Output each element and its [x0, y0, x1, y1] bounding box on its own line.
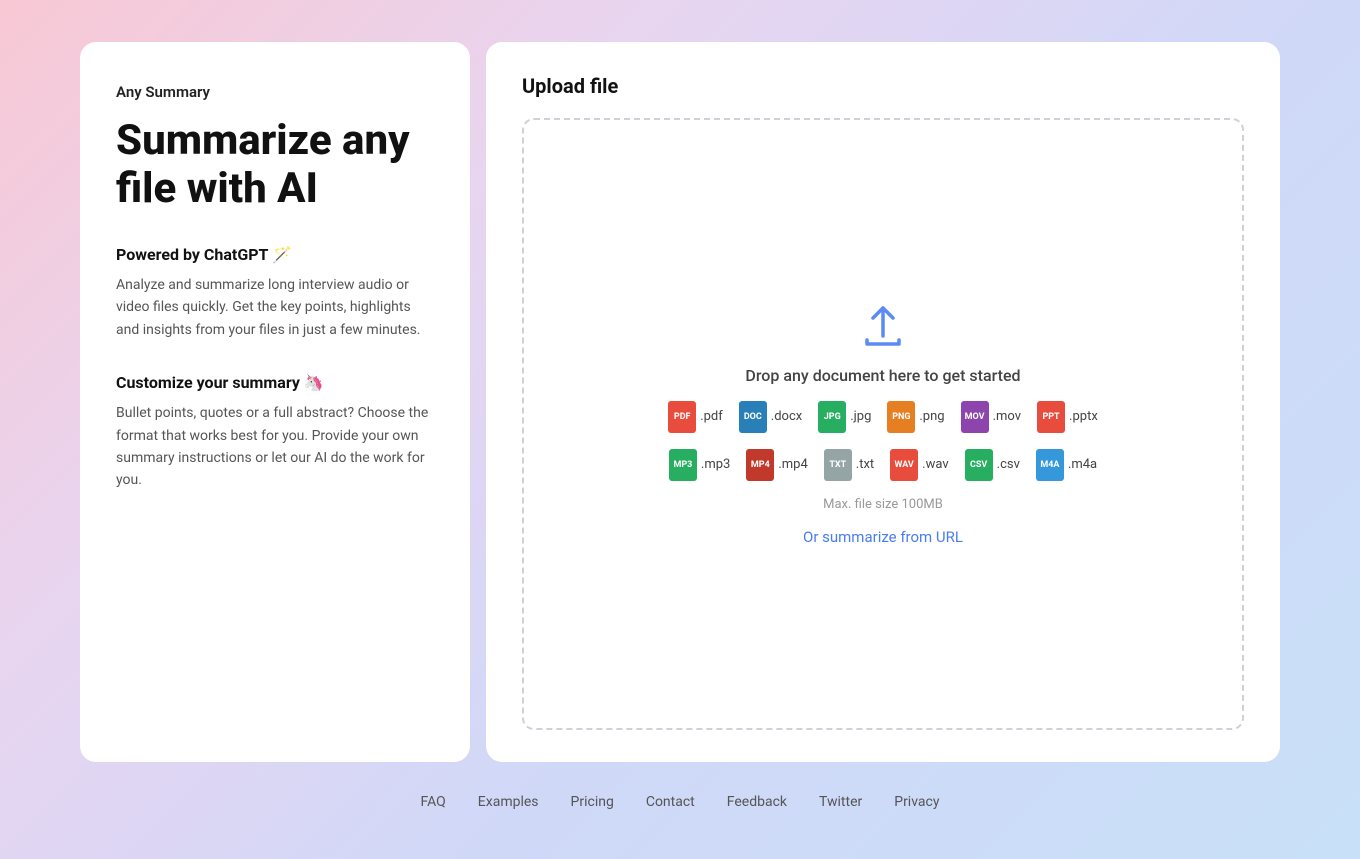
file-type-pdf: PDF .pdf [668, 401, 723, 433]
file-type-jpg: JPG .jpg [818, 401, 871, 433]
file-type-wav: WAV .wav [890, 449, 948, 481]
jpg-ext: .jpg [850, 409, 871, 424]
wav-icon: WAV [890, 449, 918, 481]
file-type-m4a: M4A .m4a [1036, 449, 1097, 481]
file-type-pptx: PPT .pptx [1037, 401, 1098, 433]
left-panel: Any Summary Summarize any file with AI P… [80, 42, 470, 762]
footer-link-twitter[interactable]: Twitter [819, 794, 862, 810]
csv-ext: .csv [997, 457, 1020, 472]
pdf-icon: PDF [668, 401, 696, 433]
footer: FAQ Examples Pricing Contact Feedback Twitter… [421, 786, 940, 818]
m4a-icon: M4A [1036, 449, 1064, 481]
hero-section: Summarize any file with AI [116, 133, 434, 214]
mov-ext: .mov [993, 409, 1021, 424]
mp4-ext: .mp4 [778, 457, 807, 472]
file-type-csv: CSV .csv [965, 449, 1020, 481]
feature-chatgpt-text: Analyze and summarize long interview aud… [116, 274, 434, 341]
feature-customize: Customize your summary 🦄 Bullet points, … [116, 373, 434, 492]
txt-icon: TXT [824, 449, 852, 481]
footer-link-feedback[interactable]: Feedback [727, 794, 787, 810]
file-types-row-1: PDF .pdf DOC .docx JPG .jpg PNG .png MOV [668, 401, 1098, 433]
file-type-mov: MOV .mov [961, 401, 1021, 433]
file-type-mp4: MP4 .mp4 [746, 449, 807, 481]
file-type-png: PNG .png [887, 401, 944, 433]
footer-link-examples[interactable]: Examples [478, 794, 539, 810]
png-icon: PNG [887, 401, 915, 433]
file-type-mp3: MP3 .mp3 [669, 449, 730, 481]
right-panel: Upload file Drop any document here to ge… [486, 42, 1280, 762]
pptx-icon: PPT [1037, 401, 1065, 433]
footer-link-pricing[interactable]: Pricing [571, 794, 614, 810]
csv-icon: CSV [965, 449, 993, 481]
mp4-icon: MP4 [746, 449, 774, 481]
max-size-text: Max. file size 100MB [823, 497, 943, 512]
main-container: Any Summary Summarize any file with AI P… [80, 42, 1280, 762]
wav-ext: .wav [922, 457, 948, 472]
upload-icon [859, 302, 907, 350]
file-type-txt: TXT .txt [824, 449, 874, 481]
jpg-icon: JPG [818, 401, 846, 433]
footer-link-faq[interactable]: FAQ [421, 794, 446, 810]
txt-ext: .txt [856, 457, 874, 472]
summarize-url-link[interactable]: Or summarize from URL [803, 528, 963, 546]
file-type-docx: DOC .docx [739, 401, 802, 433]
mp3-icon: MP3 [669, 449, 697, 481]
brand-name: Any Summary [116, 83, 210, 101]
mp3-ext: .mp3 [701, 457, 730, 472]
feature-customize-text: Bullet points, quotes or a full abstract… [116, 402, 434, 492]
brand-label: Any Summary [116, 82, 434, 101]
footer-link-privacy[interactable]: Privacy [894, 794, 939, 810]
pptx-ext: .pptx [1069, 409, 1098, 424]
m4a-ext: .m4a [1068, 457, 1097, 472]
footer-link-contact[interactable]: Contact [646, 794, 695, 810]
png-ext: .png [919, 409, 944, 424]
mov-icon: MOV [961, 401, 989, 433]
drop-text: Drop any document here to get started [745, 366, 1020, 385]
pdf-ext: .pdf [700, 409, 723, 424]
feature-customize-heading: Customize your summary 🦄 [116, 373, 434, 392]
docx-icon: DOC [739, 401, 767, 433]
hero-title: Summarize any file with AI [116, 117, 434, 214]
feature-chatgpt-heading: Powered by ChatGPT 🪄 [116, 245, 434, 264]
feature-chatgpt: Powered by ChatGPT 🪄 Analyze and summari… [116, 245, 434, 341]
docx-ext: .docx [771, 409, 802, 424]
file-types-row-2: MP3 .mp3 MP4 .mp4 TXT .txt WAV .wav CSV [669, 449, 1097, 481]
upload-title: Upload file [522, 74, 1244, 98]
drop-zone[interactable]: Drop any document here to get started PD… [522, 118, 1244, 730]
